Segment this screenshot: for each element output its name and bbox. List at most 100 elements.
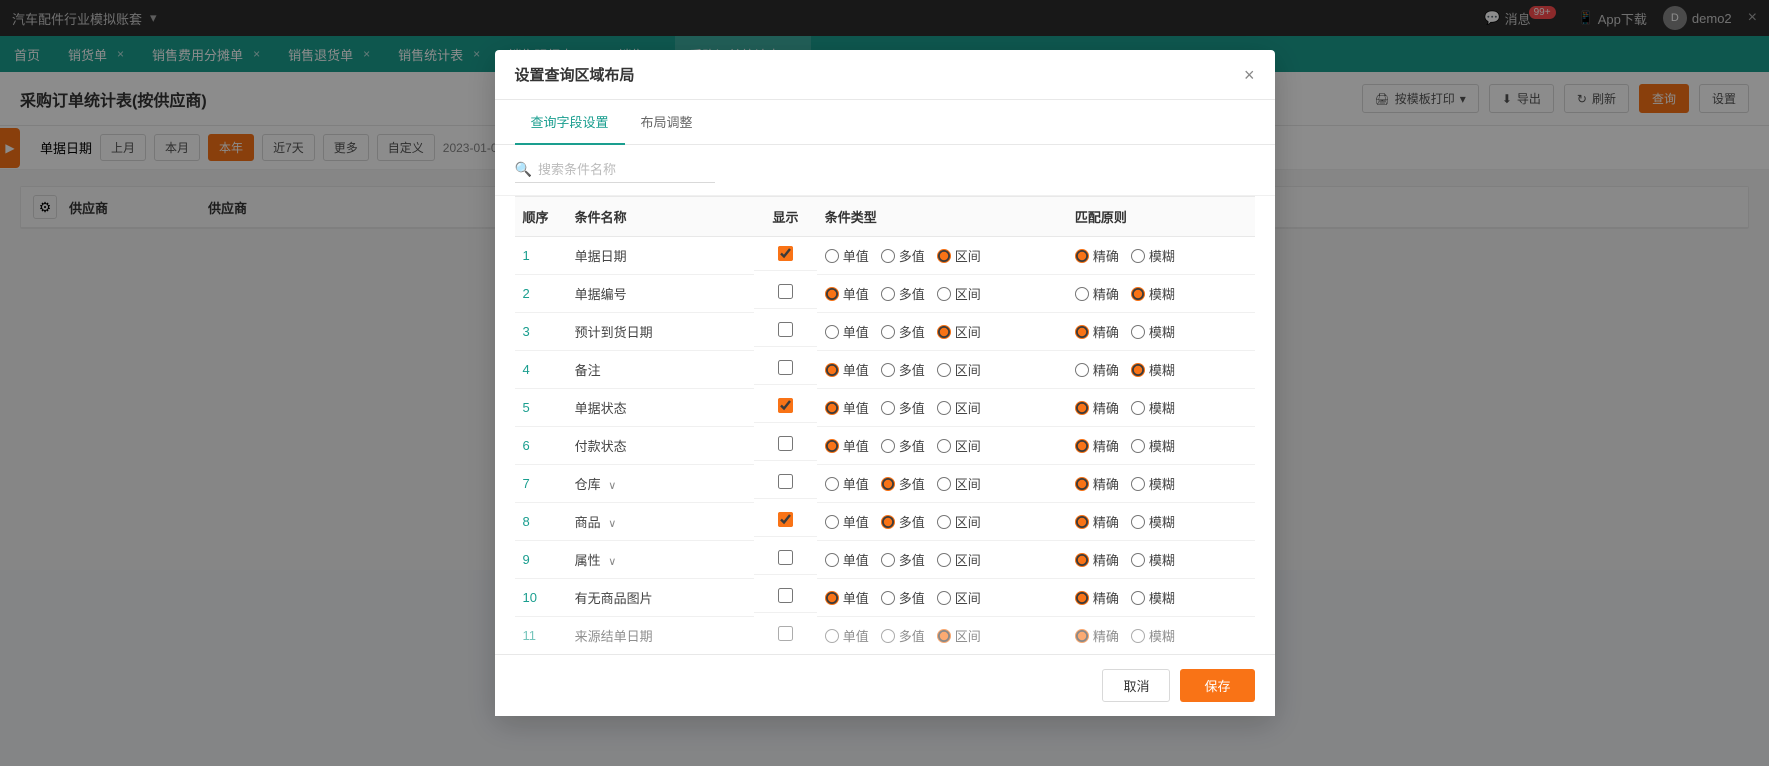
search-wrap: 🔍 bbox=[515, 157, 715, 183]
row-name: 来源结单日期 bbox=[567, 617, 755, 655]
expand-icon: ∨ bbox=[608, 556, 616, 568]
display-checkbox[interactable] bbox=[778, 322, 793, 337]
expand-icon: ∨ bbox=[608, 480, 616, 492]
type-range-option[interactable]: 区间 bbox=[937, 284, 981, 303]
match-exact-option[interactable]: 精确 bbox=[1075, 436, 1119, 455]
row-name: 商品 ∨ bbox=[567, 503, 755, 541]
display-checkbox[interactable] bbox=[778, 436, 793, 451]
display-checkbox[interactable] bbox=[778, 512, 793, 527]
type-multi-option[interactable]: 多值 bbox=[881, 398, 925, 417]
type-single-option[interactable]: 单值 bbox=[825, 322, 869, 341]
type-range-option[interactable]: 区间 bbox=[937, 474, 981, 493]
type-multi-option[interactable]: 多值 bbox=[881, 626, 925, 645]
type-single-option[interactable]: 单值 bbox=[825, 550, 869, 569]
type-multi-option[interactable]: 多值 bbox=[881, 284, 925, 303]
modal-title: 设置查询区域布局 bbox=[515, 64, 635, 85]
match-fuzzy-option[interactable]: 模糊 bbox=[1131, 284, 1175, 303]
type-single-option[interactable]: 单值 bbox=[825, 626, 869, 645]
type-range-option[interactable]: 区间 bbox=[937, 626, 981, 645]
match-fuzzy-option[interactable]: 模糊 bbox=[1131, 474, 1175, 493]
match-fuzzy-option[interactable]: 模糊 bbox=[1131, 246, 1175, 265]
display-checkbox[interactable] bbox=[778, 626, 793, 641]
th-order: 顺序 bbox=[515, 197, 567, 237]
match-fuzzy-option[interactable]: 模糊 bbox=[1131, 360, 1175, 379]
match-exact-option[interactable]: 精确 bbox=[1075, 398, 1119, 417]
match-exact-option[interactable]: 精确 bbox=[1075, 550, 1119, 569]
match-exact-option[interactable]: 精确 bbox=[1075, 322, 1119, 341]
type-multi-option[interactable]: 多值 bbox=[881, 550, 925, 569]
type-multi-option[interactable]: 多值 bbox=[881, 436, 925, 455]
match-fuzzy-option[interactable]: 模糊 bbox=[1131, 398, 1175, 417]
table-row: 11 来源结单日期 单值 多值 区间 bbox=[515, 617, 1255, 655]
type-range-option[interactable]: 区间 bbox=[937, 512, 981, 531]
row-type-cell: 单值 多值 区间 bbox=[817, 313, 1067, 351]
type-range-option[interactable]: 区间 bbox=[937, 246, 981, 265]
settings-modal: 设置查询区域布局 × 查询字段设置 布局调整 🔍 bbox=[495, 50, 1275, 716]
modal-close-btn[interactable]: × bbox=[1244, 66, 1255, 84]
match-exact-option[interactable]: 精确 bbox=[1075, 626, 1119, 645]
modal-tab-layout[interactable]: 布局调整 bbox=[625, 100, 709, 145]
type-single-option[interactable]: 单值 bbox=[825, 246, 869, 265]
row-display-cell bbox=[754, 541, 817, 575]
row-display-cell bbox=[754, 389, 817, 423]
match-fuzzy-option[interactable]: 模糊 bbox=[1131, 322, 1175, 341]
type-range-option[interactable]: 区间 bbox=[937, 588, 981, 607]
display-checkbox[interactable] bbox=[778, 246, 793, 261]
modal-tab-query-fields[interactable]: 查询字段设置 bbox=[515, 100, 625, 145]
match-exact-option[interactable]: 精确 bbox=[1075, 512, 1119, 531]
type-multi-option[interactable]: 多值 bbox=[881, 474, 925, 493]
type-single-option[interactable]: 单值 bbox=[825, 474, 869, 493]
display-checkbox[interactable] bbox=[778, 398, 793, 413]
row-match-cell: 精确 模糊 bbox=[1067, 313, 1255, 351]
display-checkbox[interactable] bbox=[778, 474, 793, 489]
match-fuzzy-option[interactable]: 模糊 bbox=[1131, 550, 1175, 569]
match-exact-option[interactable]: 精确 bbox=[1075, 246, 1119, 265]
display-checkbox[interactable] bbox=[778, 284, 793, 299]
type-single-option[interactable]: 单值 bbox=[825, 398, 869, 417]
match-exact-option[interactable]: 精确 bbox=[1075, 588, 1119, 607]
save-button[interactable]: 保存 bbox=[1180, 669, 1254, 702]
match-fuzzy-option[interactable]: 模糊 bbox=[1131, 588, 1175, 607]
type-range-option[interactable]: 区间 bbox=[937, 398, 981, 417]
table-row: 7 仓库 ∨ 单值 多值 区间 bbox=[515, 465, 1255, 503]
search-input[interactable] bbox=[538, 162, 698, 177]
match-fuzzy-option[interactable]: 模糊 bbox=[1131, 436, 1175, 455]
type-multi-option[interactable]: 多值 bbox=[881, 322, 925, 341]
match-exact-option[interactable]: 精确 bbox=[1075, 360, 1119, 379]
modal-search-area: 🔍 bbox=[495, 145, 1275, 196]
type-single-option[interactable]: 单值 bbox=[825, 284, 869, 303]
type-single-option[interactable]: 单值 bbox=[825, 512, 869, 531]
row-type-cell: 单值 多值 区间 bbox=[817, 389, 1067, 427]
type-range-option[interactable]: 区间 bbox=[937, 360, 981, 379]
type-multi-option[interactable]: 多值 bbox=[881, 588, 925, 607]
type-multi-option[interactable]: 多值 bbox=[881, 512, 925, 531]
type-range-option[interactable]: 区间 bbox=[937, 550, 981, 569]
display-checkbox[interactable] bbox=[778, 360, 793, 375]
modal-footer: 取消 保存 bbox=[495, 654, 1275, 716]
row-match-cell: 精确 模糊 bbox=[1067, 579, 1255, 617]
row-display-cell bbox=[754, 275, 817, 309]
row-type-cell: 单值 多值 区间 bbox=[817, 351, 1067, 389]
type-range-option[interactable]: 区间 bbox=[937, 436, 981, 455]
display-checkbox[interactable] bbox=[778, 588, 793, 603]
match-fuzzy-option[interactable]: 模糊 bbox=[1131, 512, 1175, 531]
type-multi-option[interactable]: 多值 bbox=[881, 360, 925, 379]
row-type-cell: 单值 多值 区间 bbox=[817, 237, 1067, 275]
expand-icon: ∨ bbox=[608, 518, 616, 530]
th-display: 显示 bbox=[754, 197, 817, 237]
display-checkbox[interactable] bbox=[778, 550, 793, 565]
type-single-option[interactable]: 单值 bbox=[825, 436, 869, 455]
match-exact-option[interactable]: 精确 bbox=[1075, 284, 1119, 303]
row-order: 10 bbox=[523, 590, 537, 605]
type-range-option[interactable]: 区间 bbox=[937, 322, 981, 341]
row-name: 有无商品图片 bbox=[567, 579, 755, 617]
cancel-button[interactable]: 取消 bbox=[1102, 669, 1170, 702]
row-type-cell: 单值 多值 区间 bbox=[817, 579, 1067, 617]
match-fuzzy-option[interactable]: 模糊 bbox=[1131, 626, 1175, 645]
type-single-option[interactable]: 单值 bbox=[825, 588, 869, 607]
modal-table-wrap: 顺序 条件名称 显示 条件类型 匹配原则 1 单据日期 bbox=[495, 196, 1275, 654]
type-single-option[interactable]: 单值 bbox=[825, 360, 869, 379]
match-exact-option[interactable]: 精确 bbox=[1075, 474, 1119, 493]
type-multi-option[interactable]: 多值 bbox=[881, 246, 925, 265]
table-row: 8 商品 ∨ 单值 多值 区间 bbox=[515, 503, 1255, 541]
